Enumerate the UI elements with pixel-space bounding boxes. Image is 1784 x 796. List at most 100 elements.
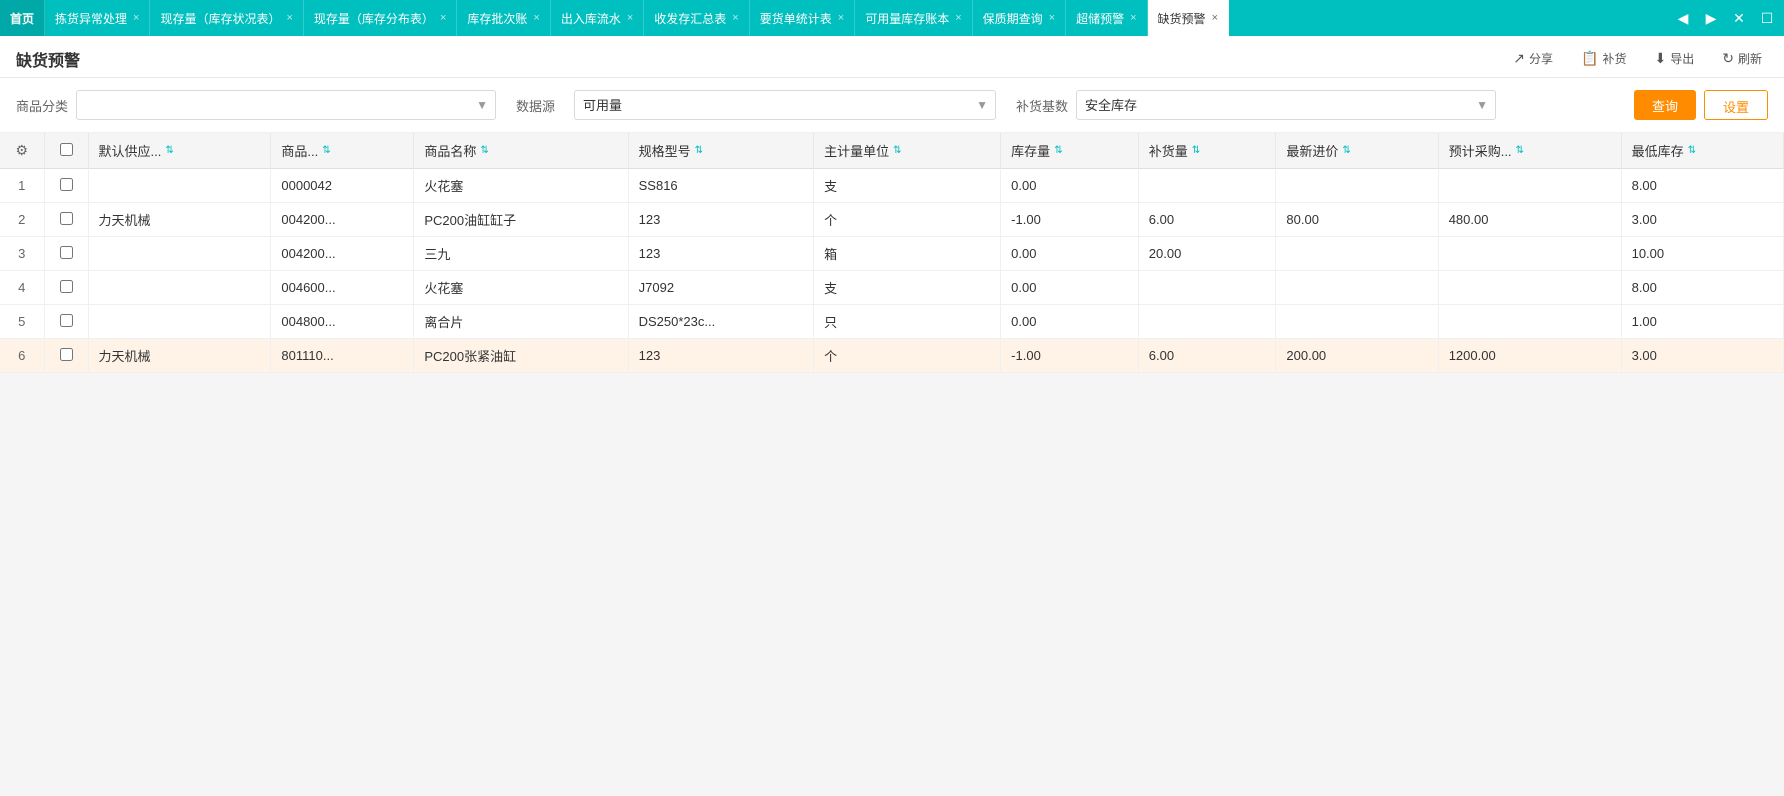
cell-checkbox-1 [44,203,88,237]
close-tab-9[interactable]: × [1049,12,1055,24]
row-checkbox-0[interactable] [60,178,73,191]
th-min-stock[interactable]: 最低库存 ⇅ [1621,133,1783,169]
cell-stock-4: 0.00 [1001,305,1139,339]
share-button[interactable]: ↗ 分享 [1507,46,1559,71]
cell-unit-1: 个 [814,203,1001,237]
datasource-select[interactable]: 可用量 [574,90,996,120]
close-tab-7[interactable]: × [838,12,844,24]
row-checkbox-1[interactable] [60,212,73,225]
datasource-filter: 数据源 可用量 ▼ [516,90,996,120]
close-tab-3[interactable]: × [440,12,446,24]
close-tab-1[interactable]: × [133,12,139,24]
th-latest-price[interactable]: 最新进价 ⇅ [1276,133,1438,169]
nav-tab-10[interactable]: 超储预警 × [1066,0,1147,36]
filter-actions: 查询 设置 [1634,90,1768,120]
cell-stock-5: -1.00 [1001,339,1139,373]
th-checkbox [44,133,88,169]
table-row: 1 0000042 火花塞 SS816 支 0.00 8.00 [0,169,1784,203]
th-est-purchase-label: 预计采购... [1449,141,1512,160]
cell-checkbox-5 [44,339,88,373]
column-settings-icon[interactable]: ⚙ [15,142,28,158]
cell-spec-0: SS816 [628,169,814,203]
replenish-label: 补货基数 [1016,96,1068,115]
replenish-select[interactable]: 安全库存 [1076,90,1496,120]
category-select-wrapper: ▼ [76,90,496,120]
select-all-checkbox[interactable] [60,143,73,156]
page-title: 缺货预警 [16,47,1507,71]
th-replenish[interactable]: 补货量 ⇅ [1138,133,1276,169]
th-supplier-label: 默认供应... [99,141,162,160]
nav-tab-7[interactable]: 要货单统计表 × [750,0,855,36]
cell-replenish-4 [1138,305,1276,339]
nav-tab-6[interactable]: 收发存汇总表 × [644,0,749,36]
close-tab-11[interactable]: × [1212,12,1218,24]
cell-est-purchase-3 [1438,271,1621,305]
th-est-purchase[interactable]: 预计采购... ⇅ [1438,133,1621,169]
export-button[interactable]: ⬇ 导出 [1649,46,1701,71]
th-unit[interactable]: 主计量单位 ⇅ [814,133,1001,169]
table-row: 4 004600... 火花塞 J7092 支 0.00 8.00 [0,271,1784,305]
th-unit-label: 主计量单位 [824,141,889,160]
nav-tab-9[interactable]: 保质期查询 × [973,0,1066,36]
nav-tab-4[interactable]: 库存批次账 × [457,0,550,36]
nav-tab-home[interactable]: 首页 [0,0,45,36]
close-tab-10[interactable]: × [1130,12,1136,24]
nav-tab-11[interactable]: 缺货预警 × [1148,0,1229,36]
nav-tab-3[interactable]: 现存量（库存分布表） × [304,0,457,36]
replenish-button[interactable]: 📋 补货 [1575,46,1632,71]
th-spec[interactable]: 规格型号 ⇅ [628,133,814,169]
cell-est-purchase-4 [1438,305,1621,339]
nav-tab-1[interactable]: 拣货异常处理 × [45,0,150,36]
cell-index-1: 2 [0,203,44,237]
nav-tab-8[interactable]: 可用量库存账本 × [855,0,972,36]
row-checkbox-4[interactable] [60,314,73,327]
nav-tab-2[interactable]: 现存量（库存状况表） × [150,0,303,36]
filter-bar: 商品分类 ▼ 数据源 可用量 ▼ 补货基数 安全库存 [0,78,1784,133]
cell-supplier-2 [88,237,271,271]
th-code[interactable]: 商品... ⇅ [271,133,414,169]
nav-split-button[interactable]: ✕ [1726,5,1752,31]
page-container: 缺货预警 ↗ 分享 📋 补货 ⬇ 导出 ↻ 刷新 商品分类 [0,36,1784,373]
replenish-label: 补货 [1602,50,1626,67]
replenish-select-wrapper: 安全库存 ▼ [1076,90,1496,120]
refresh-button[interactable]: ↻ 刷新 [1716,46,1768,71]
nav-tab-11-label: 缺货预警 [1158,10,1206,27]
close-tab-6[interactable]: × [732,12,738,24]
cell-unit-2: 箱 [814,237,1001,271]
nav-next-button[interactable]: ▶ [1698,5,1724,31]
query-button[interactable]: 查询 [1634,90,1696,120]
nav-tab-5[interactable]: 出入库流水 × [551,0,644,36]
cell-replenish-2: 20.00 [1138,237,1276,271]
th-stock[interactable]: 库存量 ⇅ [1001,133,1139,169]
th-name-label: 商品名称 [424,141,476,160]
cell-stock-1: -1.00 [1001,203,1139,237]
category-label: 商品分类 [16,96,68,115]
nav-tab-2-label: 现存量（库存状况表） [160,10,280,27]
table-container: ⚙ 默认供应... ⇅ 商品... ⇅ [0,133,1784,373]
close-tab-4[interactable]: × [533,12,539,24]
sort-replenish-icon: ⇅ [1192,145,1200,156]
cell-min-stock-5: 3.00 [1621,339,1783,373]
cell-spec-1: 123 [628,203,814,237]
cell-latest-price-3 [1276,271,1438,305]
row-checkbox-5[interactable] [60,348,73,361]
th-supplier[interactable]: 默认供应... ⇅ [88,133,271,169]
sort-est-purchase-icon: ⇅ [1516,145,1524,156]
close-tab-2[interactable]: × [286,12,292,24]
refresh-label: 刷新 [1738,50,1762,67]
settings-button[interactable]: 设置 [1704,90,1768,120]
cell-est-purchase-0 [1438,169,1621,203]
nav-tab-1-label: 拣货异常处理 [55,10,127,27]
cell-est-purchase-2 [1438,237,1621,271]
nav-maximize-button[interactable]: ☐ [1754,5,1780,31]
cell-latest-price-2 [1276,237,1438,271]
row-checkbox-3[interactable] [60,280,73,293]
category-select[interactable] [76,90,496,120]
row-checkbox-2[interactable] [60,246,73,259]
cell-min-stock-2: 10.00 [1621,237,1783,271]
close-tab-5[interactable]: × [627,12,633,24]
nav-prev-button[interactable]: ◀ [1670,5,1696,31]
close-tab-8[interactable]: × [955,12,961,24]
th-name[interactable]: 商品名称 ⇅ [414,133,628,169]
cell-code-1: 004200... [271,203,414,237]
